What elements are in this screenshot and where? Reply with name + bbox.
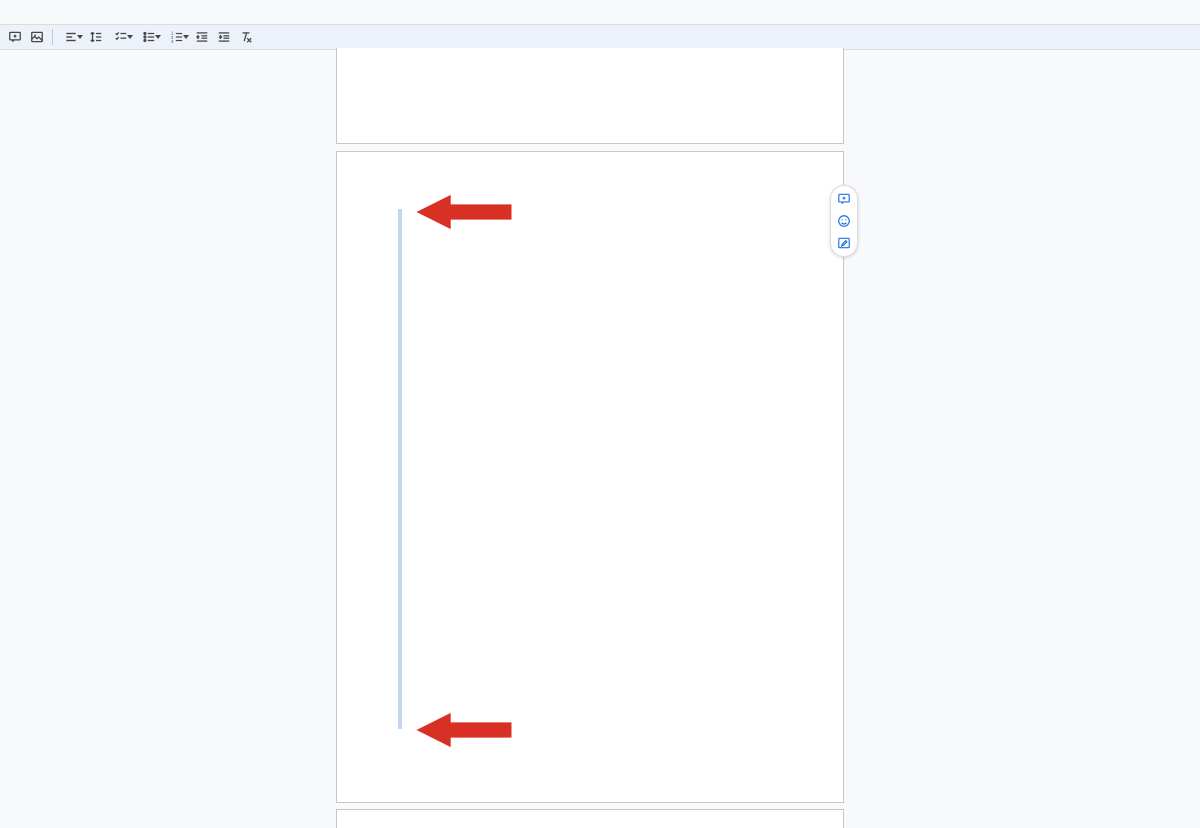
- bulleted-list-dropdown[interactable]: [137, 28, 161, 46]
- numbered-list-dropdown[interactable]: 1 2 3: [165, 28, 189, 46]
- line-spacing-button[interactable]: [87, 28, 105, 46]
- add-comment-button[interactable]: [833, 188, 855, 210]
- page-next[interactable]: "Do Not Enter." The sign made it clear t…: [336, 809, 844, 828]
- decrease-indent-button[interactable]: [193, 28, 211, 46]
- page-previous[interactable]: [336, 48, 844, 144]
- insert-image-button[interactable]: [28, 28, 46, 46]
- svg-text:3: 3: [171, 39, 174, 44]
- insert-comment-button[interactable]: [6, 28, 24, 46]
- formatting-toolbar: 1 2 3: [0, 24, 1200, 50]
- contextual-actions-panel: [830, 185, 858, 257]
- increase-indent-button[interactable]: [215, 28, 233, 46]
- add-emoji-reaction-button[interactable]: [833, 210, 855, 232]
- selected-object[interactable]: [398, 209, 402, 729]
- page-current[interactable]: [336, 151, 844, 803]
- align-dropdown[interactable]: [59, 28, 83, 46]
- checklist-dropdown[interactable]: [109, 28, 133, 46]
- toolbar-separator: [52, 29, 53, 45]
- clear-formatting-button[interactable]: [237, 28, 255, 46]
- document-canvas: "Do Not Enter." The sign made it clear t…: [0, 48, 1200, 828]
- suggest-edits-button[interactable]: [833, 232, 855, 254]
